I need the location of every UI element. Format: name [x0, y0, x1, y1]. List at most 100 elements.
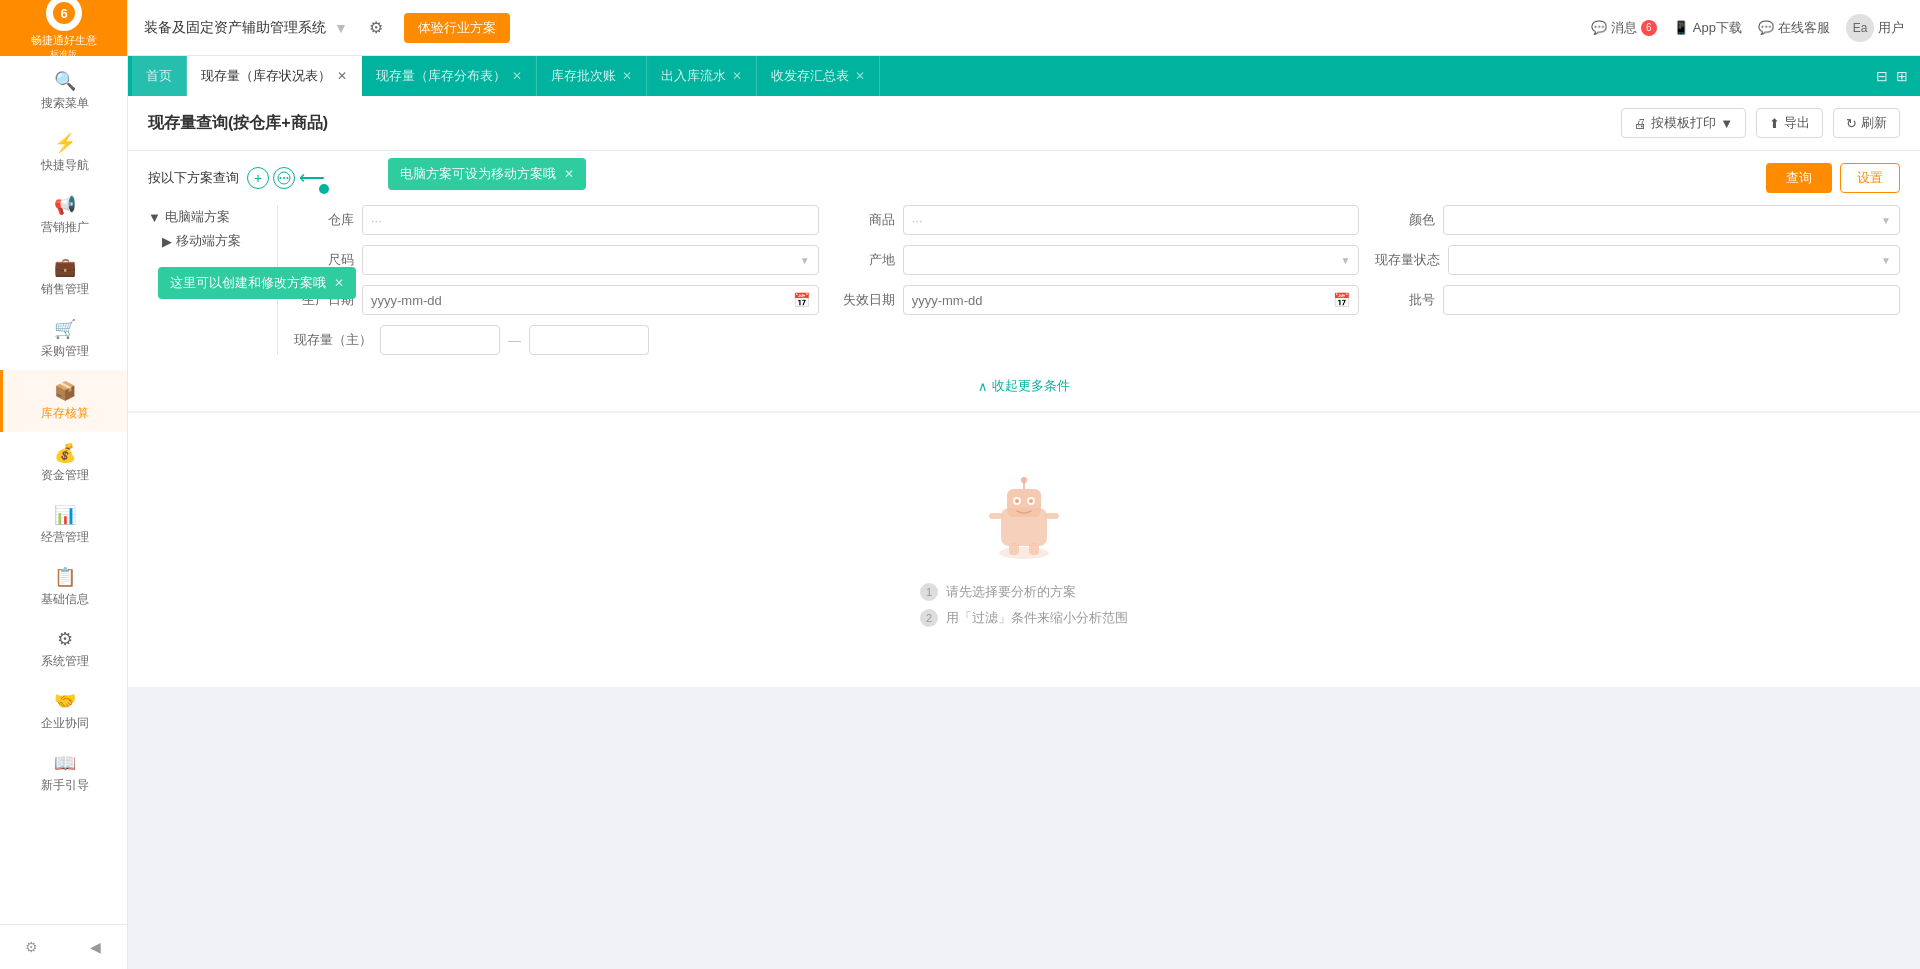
- page-actions: 🖨 按模板打印 ▼ ⬆ 导出 ↻ 刷新: [1621, 108, 1900, 138]
- tab-inventory-status-close[interactable]: ✕: [337, 69, 347, 83]
- print-label: 按模板打印: [1651, 114, 1716, 132]
- collapse-label: 收起更多条件: [992, 377, 1070, 395]
- experience-btn[interactable]: 体验行业方案: [404, 13, 510, 43]
- sidebar-item-management[interactable]: 📊 经营管理: [0, 494, 127, 556]
- color-select[interactable]: ▼: [1443, 205, 1900, 235]
- query-btn[interactable]: 查询: [1766, 163, 1832, 193]
- tabbar-expand-btn[interactable]: ⊞: [1896, 68, 1908, 84]
- svg-point-12: [1029, 499, 1033, 503]
- tab-inventory-status-label: 现存量（库存状况表）: [201, 67, 331, 85]
- tab-inout-close[interactable]: ✕: [732, 69, 742, 83]
- tabbar-minimize-btn[interactable]: ⊟: [1876, 68, 1888, 84]
- tab-batch[interactable]: 库存批次账 ✕: [537, 56, 647, 96]
- app-download-label: App下载: [1693, 19, 1742, 37]
- enterprise-icon: 🤝: [54, 690, 76, 712]
- stock-status-select[interactable]: ▼: [1448, 245, 1900, 275]
- user-area[interactable]: Ea 用户: [1846, 14, 1904, 42]
- sidebar-item-search[interactable]: 🔍 搜索菜单: [0, 60, 127, 122]
- header-right: 💬 消息 6 📱 App下载 💬 在线客服 Ea 用户: [1591, 14, 1904, 42]
- sidebar-item-guide[interactable]: 📖 新手引导: [0, 742, 127, 804]
- reset-btn[interactable]: 设置: [1840, 163, 1900, 193]
- warehouse-input[interactable]: ···: [362, 205, 819, 235]
- tab-inout-label: 出入库流水: [661, 67, 726, 85]
- app-download-btn[interactable]: 📱 App下载: [1673, 19, 1742, 37]
- product-dots: ···: [912, 213, 1351, 228]
- tab-home[interactable]: 首页: [132, 56, 187, 96]
- sidebar-settings-btn[interactable]: ⚙: [18, 933, 46, 961]
- edit-scheme-btn[interactable]: [273, 167, 295, 189]
- scheme-tooltip-text: 电脑方案可设为移动方案哦: [400, 165, 556, 183]
- tab-summary-close[interactable]: ✕: [855, 69, 865, 83]
- produce-date-calendar-icon[interactable]: 📅: [793, 292, 810, 308]
- svg-point-11: [1015, 499, 1019, 503]
- create-tooltip-close[interactable]: ✕: [334, 276, 344, 290]
- tab-batch-label: 库存批次账: [551, 67, 616, 85]
- expire-date-calendar-icon[interactable]: 📅: [1333, 292, 1350, 308]
- sidebar-collapse-btn[interactable]: ◀: [81, 933, 109, 961]
- sidebar-item-enterprise[interactable]: 🤝 企业协同: [0, 680, 127, 742]
- collapse-up-icon: ∧: [978, 379, 988, 394]
- sidebar-item-enterprise-label: 企业协同: [41, 715, 89, 732]
- refresh-btn[interactable]: ↻ 刷新: [1833, 108, 1900, 138]
- quicknav-icon: ⚡: [54, 132, 76, 154]
- mobile-scheme-label: 移动端方案: [176, 232, 241, 250]
- produce-date-input[interactable]: 📅: [362, 285, 819, 315]
- desktop-scheme-item[interactable]: ▼ 电脑端方案: [148, 205, 269, 229]
- sidebar-item-quicknav[interactable]: ⚡ 快捷导航: [0, 122, 127, 184]
- service-icon: 💬: [1758, 20, 1774, 35]
- stock-qty-max[interactable]: [529, 325, 649, 355]
- inventory-icon: 📦: [54, 380, 76, 402]
- sidebar-item-inventory[interactable]: 📦 库存核算: [0, 370, 127, 432]
- sidebar-item-finance[interactable]: 💰 资金管理: [0, 432, 127, 494]
- empty-tip-2: 2 用「过滤」条件来缩小分析范围: [920, 609, 1128, 627]
- stock-qty-separator: —: [508, 333, 521, 348]
- svg-point-6: [999, 547, 1049, 559]
- system-dropdown-icon[interactable]: ▼: [334, 20, 348, 36]
- field-stock-qty: 现存量（主） —: [294, 325, 649, 355]
- tab-inventory-dist-close[interactable]: ✕: [512, 69, 522, 83]
- sidebar-item-management-label: 经营管理: [41, 529, 89, 546]
- tab-inout[interactable]: 出入库流水 ✕: [647, 56, 757, 96]
- sidebar-item-inventory-label: 库存核算: [41, 405, 89, 422]
- sidebar-item-system[interactable]: ⚙ 系统管理: [0, 618, 127, 680]
- export-btn[interactable]: ⬆ 导出: [1756, 108, 1823, 138]
- field-size: 尺码 ▼: [294, 245, 819, 275]
- field-produce-date: 生产日期 📅: [294, 285, 819, 315]
- message-btn[interactable]: 💬 消息 6: [1591, 19, 1657, 37]
- online-service-btn[interactable]: 💬 在线客服: [1758, 19, 1830, 37]
- product-input[interactable]: ···: [903, 205, 1360, 235]
- expire-date-input[interactable]: 📅: [903, 285, 1360, 315]
- print-btn[interactable]: 🖨 按模板打印 ▼: [1621, 108, 1746, 138]
- page-header: 现存量查询(按仓库+商品) 🖨 按模板打印 ▼ ⬆ 导出 ↻ 刷新: [128, 96, 1920, 151]
- scheme-tooltip-close[interactable]: ✕: [564, 167, 574, 181]
- create-tooltip-popup: 这里可以创建和修改方案哦 ✕: [158, 267, 356, 299]
- mobile-scheme-item[interactable]: ▶ 移动端方案: [148, 229, 269, 253]
- svg-rect-18: [1029, 543, 1039, 555]
- size-select[interactable]: ▼: [362, 245, 819, 275]
- sidebar-nav: 🔍 搜索菜单 ⚡ 快捷导航 📢 营销推广 💼 销售管理 🛒 采购管理 📦 库存核…: [0, 56, 127, 924]
- tab-batch-close[interactable]: ✕: [622, 69, 632, 83]
- app-tag: 标准版: [50, 48, 77, 61]
- sidebar-item-sales[interactable]: 💼 销售管理: [0, 246, 127, 308]
- logo-area: 6 畅捷通好生意 标准版: [0, 0, 127, 56]
- produce-date-from[interactable]: [371, 293, 789, 308]
- create-tooltip-text: 这里可以创建和修改方案哦: [170, 274, 326, 292]
- empty-tips: 1 请先选择要分析的方案 2 用「过滤」条件来缩小分析范围: [920, 583, 1128, 627]
- tab-summary[interactable]: 收发存汇总表 ✕: [757, 56, 880, 96]
- header-settings-btn[interactable]: ⚙: [360, 12, 392, 44]
- desktop-scheme-label: 电脑端方案: [165, 208, 230, 226]
- add-scheme-btn[interactable]: +: [247, 167, 269, 189]
- stock-qty-min[interactable]: [380, 325, 500, 355]
- origin-select[interactable]: ▼: [903, 245, 1360, 275]
- batch-input[interactable]: [1443, 285, 1900, 315]
- expire-date-from[interactable]: [912, 293, 1330, 308]
- tab-summary-label: 收发存汇总表: [771, 67, 849, 85]
- tab-inventory-status[interactable]: 现存量（库存状况表） ✕: [187, 56, 362, 96]
- filter-collapse-btn[interactable]: ∧ 收起更多条件: [148, 367, 1900, 399]
- sidebar-item-marketing[interactable]: 📢 营销推广: [0, 184, 127, 246]
- main-area: 装备及固定资产辅助管理系统 ▼ ⚙ 体验行业方案 💬 消息 6 📱 App下载 …: [128, 0, 1920, 969]
- sidebar-item-basic[interactable]: 📋 基础信息: [0, 556, 127, 618]
- tab-inventory-dist[interactable]: 现存量（库存分布表） ✕: [362, 56, 537, 96]
- svg-rect-16: [1045, 513, 1059, 519]
- sidebar-item-purchase[interactable]: 🛒 采购管理: [0, 308, 127, 370]
